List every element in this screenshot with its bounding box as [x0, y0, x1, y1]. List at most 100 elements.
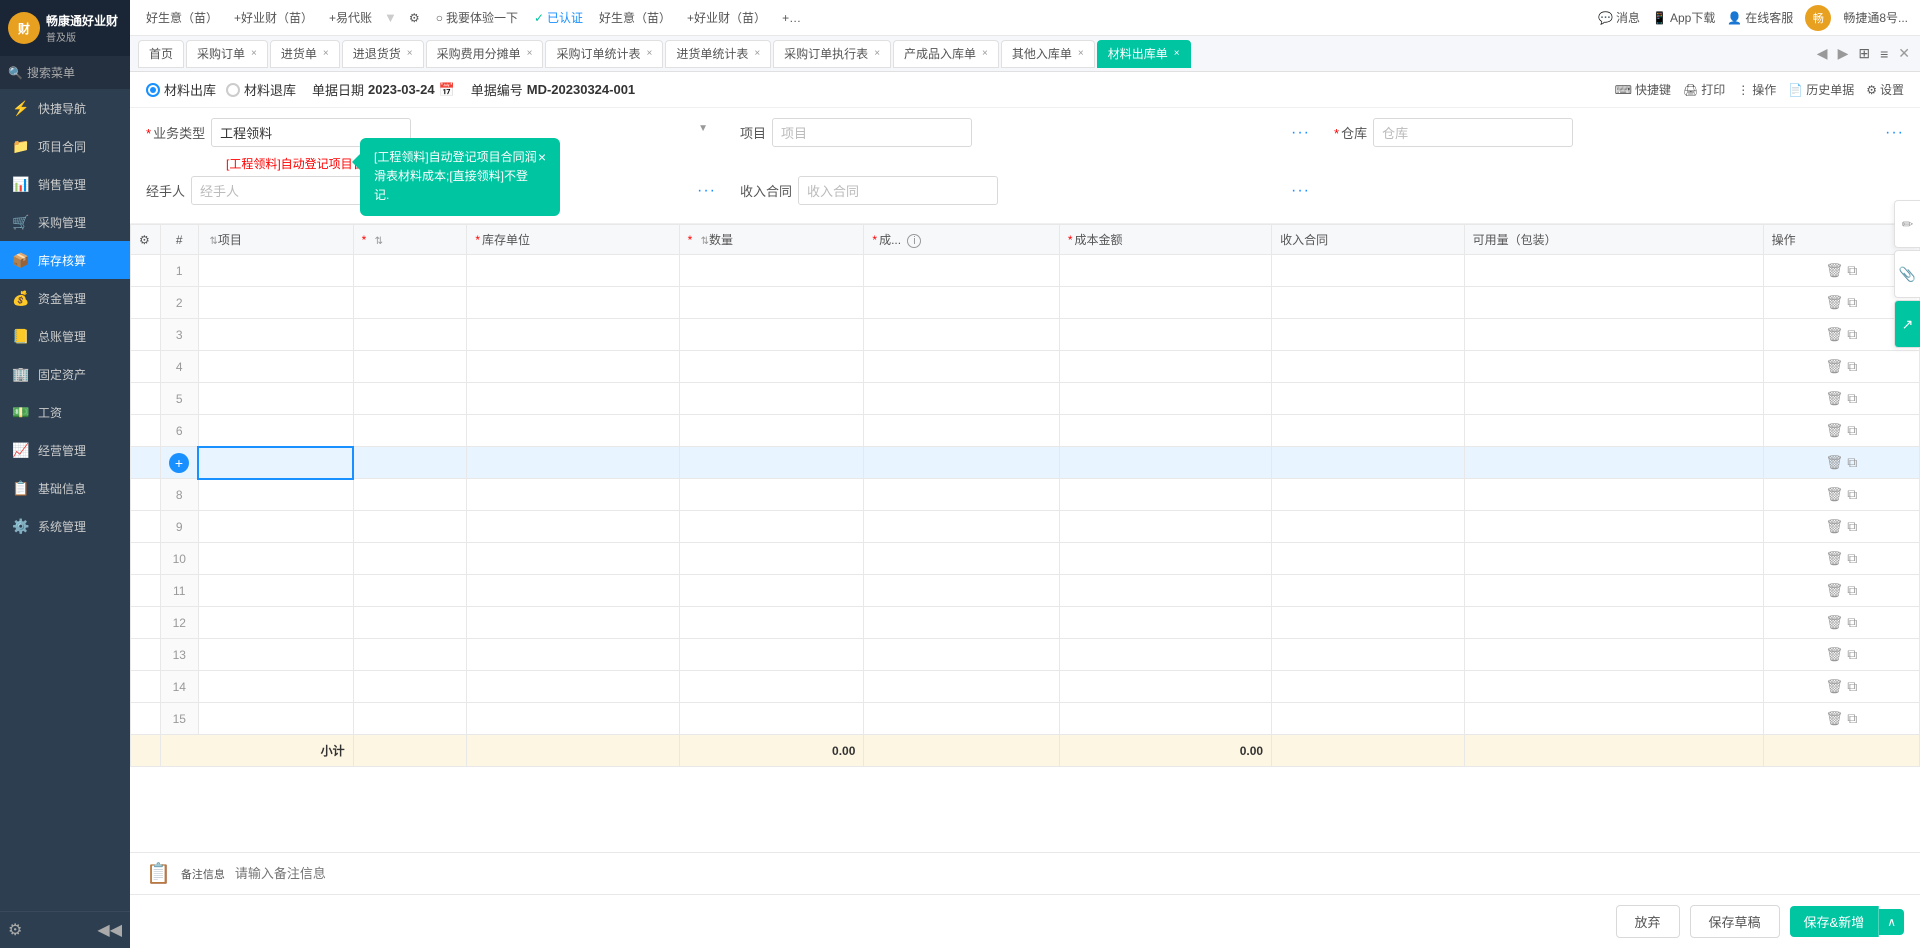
- row-copy-btn[interactable]: ⧉: [1845, 324, 1859, 344]
- save-new-arrow-btn[interactable]: ∧: [1879, 909, 1904, 935]
- right-panel-attach-btn[interactable]: 📎: [1894, 250, 1920, 298]
- topbar-good-finance[interactable]: +好业财（苗）: [230, 9, 317, 26]
- tab-purchase-order-close[interactable]: ×: [251, 48, 257, 59]
- add-row-btn[interactable]: +: [169, 453, 189, 473]
- sidebar-item-operations[interactable]: 📈 经营管理: [0, 431, 130, 469]
- sidebar-logo[interactable]: 财 畅康通好业财 普及版: [0, 0, 130, 56]
- sidebar-item-finance[interactable]: 💰 资金管理: [0, 279, 130, 317]
- tab-list-view-btn[interactable]: ≡: [1878, 44, 1890, 64]
- row-copy-btn[interactable]: ⧉: [1845, 388, 1859, 408]
- sort-project-icon[interactable]: ⇅: [210, 236, 218, 247]
- radio-material-issue[interactable]: 材料出库: [146, 80, 216, 99]
- tab-goods-receipt-close[interactable]: ×: [323, 48, 329, 59]
- tab-goods-return-close[interactable]: ×: [407, 48, 413, 59]
- tooltip-close-btn[interactable]: ×: [538, 146, 546, 168]
- sidebar-item-system[interactable]: ⚙️ 系统管理: [0, 507, 130, 545]
- topbar-easy-accounting[interactable]: +易代账: [325, 9, 376, 26]
- row-copy-btn[interactable]: ⧉: [1845, 516, 1859, 536]
- row-delete-btn[interactable]: 🗑: [1823, 484, 1845, 504]
- sidebar-item-basic[interactable]: 📋 基础信息: [0, 469, 130, 507]
- tab-close-all-btn[interactable]: ✕: [1896, 43, 1912, 64]
- user-avatar[interactable]: 畅: [1805, 5, 1831, 31]
- tab-grid-view-btn[interactable]: ⊞: [1856, 43, 1872, 64]
- tab-purchase-stats-close[interactable]: ×: [646, 48, 652, 59]
- row-copy-btn[interactable]: ⧉: [1845, 644, 1859, 664]
- warehouse-dots-btn[interactable]: ···: [1885, 124, 1904, 142]
- tab-other-receipt[interactable]: 其他入库单 ×: [1001, 40, 1095, 68]
- print-btn[interactable]: 🖨 打印: [1683, 81, 1725, 98]
- tab-material-issue[interactable]: 材料出库单 ×: [1097, 40, 1191, 68]
- tab-home[interactable]: 首页: [138, 40, 184, 68]
- row-copy-btn[interactable]: ⧉: [1845, 452, 1859, 472]
- topbar-more1[interactable]: 好生意（苗）: [595, 9, 675, 26]
- tab-finished-goods[interactable]: 产成品入库单 ×: [893, 40, 999, 68]
- notes-input[interactable]: [235, 866, 1904, 881]
- tab-purchase-stats[interactable]: 采购订单统计表 ×: [545, 40, 663, 68]
- row-delete-btn[interactable]: 🗑: [1823, 516, 1845, 536]
- topbar-trial[interactable]: ○ 我要体验一下: [432, 9, 522, 26]
- row-copy-btn[interactable]: ⧉: [1845, 580, 1859, 600]
- tab-purchase-expense-close[interactable]: ×: [527, 48, 533, 59]
- row-delete-btn[interactable]: 🗑: [1823, 676, 1845, 696]
- row-copy-btn[interactable]: ⧉: [1845, 292, 1859, 312]
- sidebar-settings-btn[interactable]: ⚙: [8, 920, 22, 940]
- right-panel-edit-btn[interactable]: ✏: [1894, 200, 1920, 248]
- row-delete-btn[interactable]: 🗑: [1823, 452, 1845, 472]
- project-input[interactable]: 项目: [772, 118, 972, 147]
- active-cell-project[interactable]: [198, 447, 353, 479]
- sidebar-item-inventory[interactable]: 📦 库存核算: [0, 241, 130, 279]
- topbar-good-business[interactable]: 好生意（苗）: [142, 9, 222, 26]
- row-copy-btn[interactable]: ⧉: [1845, 612, 1859, 632]
- row-delete-btn[interactable]: 🗑: [1823, 644, 1845, 664]
- tab-other-receipt-close[interactable]: ×: [1078, 48, 1084, 59]
- row-delete-btn[interactable]: 🗑: [1823, 612, 1845, 632]
- sidebar-item-payroll[interactable]: 💵 工资: [0, 393, 130, 431]
- right-panel-export-btn[interactable]: ↗: [1894, 300, 1920, 348]
- row-delete-btn[interactable]: 🗑: [1823, 292, 1845, 312]
- topbar-username[interactable]: 畅捷通8号...: [1843, 9, 1908, 26]
- warehouse-input[interactable]: 仓库: [1373, 118, 1573, 147]
- settings-form-btn[interactable]: ⚙ 设置: [1866, 81, 1904, 98]
- radio-material-return[interactable]: 材料退库: [226, 80, 296, 99]
- tab-purchase-exec-close[interactable]: ×: [874, 48, 880, 59]
- save-new-button[interactable]: 保存&新增: [1790, 906, 1880, 937]
- row-copy-btn[interactable]: ⧉: [1845, 260, 1859, 280]
- tab-material-issue-close[interactable]: ×: [1174, 48, 1180, 59]
- topbar-more3[interactable]: +…: [778, 11, 805, 25]
- topbar-settings-btn[interactable]: ⚙: [405, 11, 424, 25]
- row-delete-btn[interactable]: 🗑: [1823, 548, 1845, 568]
- operation-btn[interactable]: ⋮ 操作: [1737, 81, 1776, 98]
- tab-purchase-expense[interactable]: 采购费用分摊单 ×: [426, 40, 544, 68]
- tab-goods-receipt[interactable]: 进货单 ×: [270, 40, 340, 68]
- sidebar-collapse-btn[interactable]: ◀◀: [97, 920, 122, 940]
- row-delete-btn[interactable]: 🗑: [1823, 580, 1845, 600]
- sidebar-item-ledger[interactable]: 📒 总账管理: [0, 317, 130, 355]
- sort-qty-icon[interactable]: ⇅: [701, 236, 709, 247]
- topbar-online-service[interactable]: 👤 在线客服: [1727, 9, 1793, 26]
- topbar-app-download[interactable]: 📱 App下载: [1652, 9, 1715, 26]
- tab-next-btn[interactable]: ▶: [1836, 43, 1851, 64]
- tab-finished-goods-close[interactable]: ×: [982, 48, 988, 59]
- row-delete-btn[interactable]: 🗑: [1823, 356, 1845, 376]
- income-contract-dots-btn[interactable]: ···: [1291, 182, 1310, 200]
- row-copy-btn[interactable]: ⧉: [1845, 708, 1859, 728]
- sidebar-search[interactable]: 🔍 搜索菜单: [0, 56, 130, 89]
- tab-goods-return[interactable]: 进退货货 ×: [342, 40, 424, 68]
- sidebar-item-shortcut[interactable]: ⚡ 快捷导航: [0, 89, 130, 127]
- row-delete-btn[interactable]: 🗑: [1823, 420, 1845, 440]
- col-settings-header[interactable]: ⚙: [131, 225, 161, 255]
- sidebar-item-sales[interactable]: 📊 销售管理: [0, 165, 130, 203]
- tab-receipt-stats[interactable]: 进货单统计表 ×: [665, 40, 771, 68]
- discard-button[interactable]: 放弃: [1616, 905, 1680, 938]
- row-copy-btn[interactable]: ⧉: [1845, 676, 1859, 696]
- cost-info-icon[interactable]: i: [907, 234, 921, 248]
- active-cell-material[interactable]: [353, 447, 467, 479]
- row-delete-btn[interactable]: 🗑: [1823, 260, 1845, 280]
- tab-purchase-order[interactable]: 采购订单 ×: [186, 40, 268, 68]
- row-delete-btn[interactable]: 🗑: [1823, 324, 1845, 344]
- project-dots-btn[interactable]: ···: [1291, 124, 1310, 142]
- save-draft-button[interactable]: 保存草稿: [1690, 905, 1780, 938]
- row-delete-btn[interactable]: 🗑: [1823, 708, 1845, 728]
- row-copy-btn[interactable]: ⧉: [1845, 484, 1859, 504]
- tab-purchase-exec[interactable]: 采购订单执行表 ×: [773, 40, 891, 68]
